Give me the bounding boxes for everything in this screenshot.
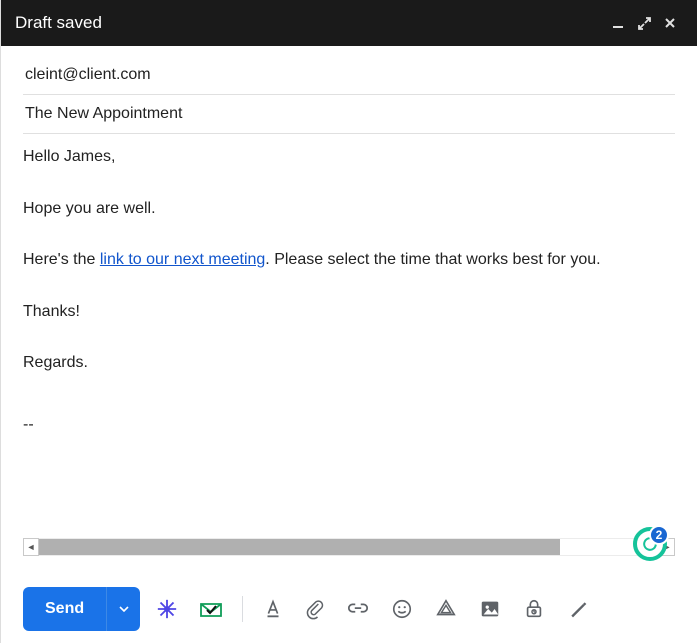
body-greeting: Hello James, [23, 146, 675, 168]
body-thanks: Thanks! [23, 301, 675, 323]
send-options-button[interactable] [106, 587, 140, 631]
grammarly-badge: 2 [649, 525, 669, 545]
minimize-button[interactable] [605, 16, 631, 30]
body-line2: Here's the link to our next meeting. Ple… [23, 249, 675, 271]
subject-field[interactable]: The New Appointment [23, 95, 675, 134]
attach-file-icon[interactable] [299, 593, 331, 625]
confidential-mode-icon[interactable] [517, 593, 551, 625]
send-group: Send [23, 587, 140, 631]
mail-check-icon[interactable] [194, 593, 228, 625]
body-regards: Regards. [23, 352, 675, 374]
signature-separator: -- [23, 414, 675, 436]
horizontal-scrollbar[interactable]: ◄ ► 2 [23, 537, 675, 557]
compose-toolbar: Send [1, 575, 697, 643]
scroll-left-arrow[interactable]: ◄ [23, 538, 39, 556]
fullscreen-button[interactable] [631, 16, 657, 31]
titlebar: Draft saved [1, 0, 697, 46]
insert-drive-icon[interactable] [429, 593, 463, 625]
recipients-field[interactable]: cleint@client.com [23, 56, 675, 95]
send-button[interactable]: Send [23, 587, 106, 631]
close-button[interactable] [657, 16, 683, 30]
grammarly-icon: 2 [633, 527, 667, 561]
insert-emoji-icon[interactable] [385, 593, 419, 625]
body-line1: Hope you are well. [23, 198, 675, 220]
compose-content: cleint@client.com The New Appointment He… [1, 46, 697, 575]
compose-window: Draft saved cleint@client.com The New Ap… [0, 0, 697, 643]
meeting-link[interactable]: link to our next meeting [100, 251, 265, 268]
window-title: Draft saved [15, 13, 605, 33]
message-body[interactable]: Hello James, Hope you are well. Here's t… [23, 134, 675, 537]
insert-photo-icon[interactable] [473, 593, 507, 625]
extension-icon[interactable] [150, 593, 184, 625]
grammarly-widget[interactable]: 2 [633, 527, 669, 563]
toolbar-separator-1 [242, 596, 243, 622]
scroll-thumb[interactable] [39, 539, 560, 555]
insert-signature-icon[interactable] [561, 593, 595, 625]
scroll-track[interactable] [39, 538, 659, 556]
format-text-icon[interactable] [257, 593, 289, 625]
insert-link-icon[interactable] [341, 593, 375, 625]
